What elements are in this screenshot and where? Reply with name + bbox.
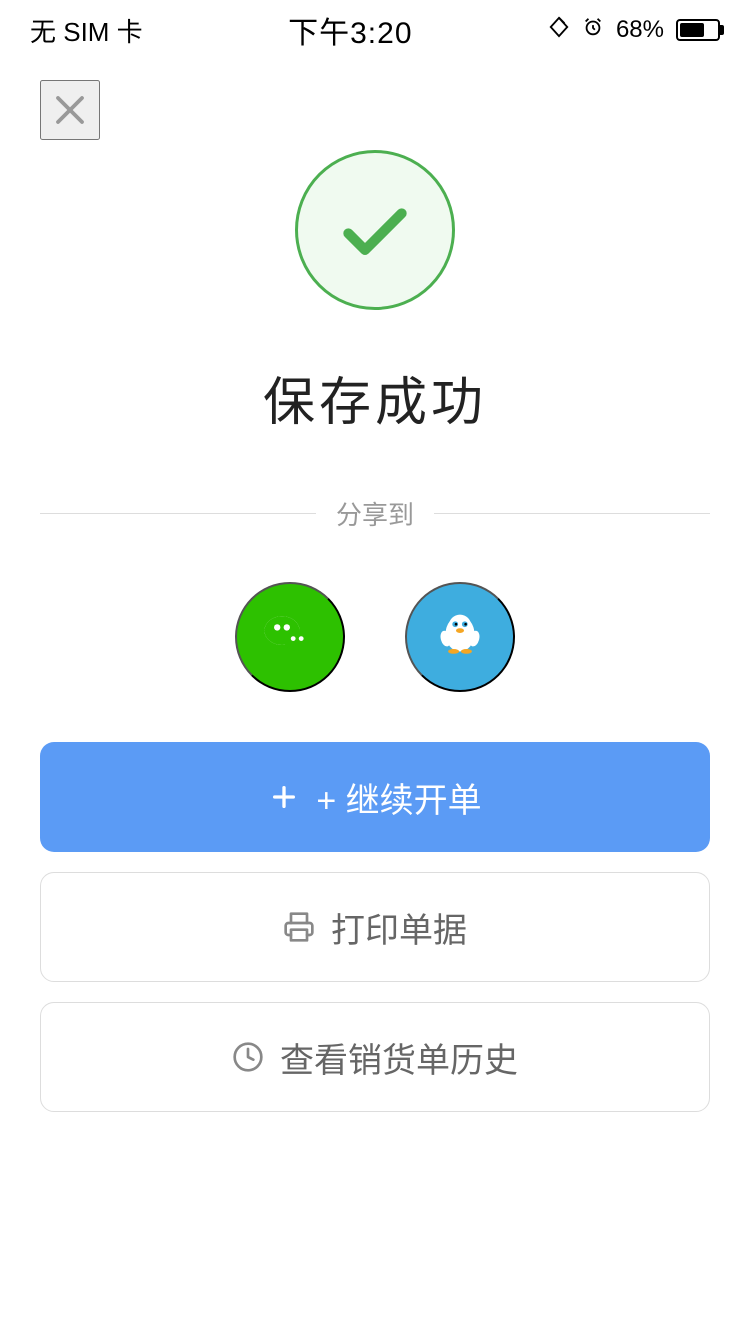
- print-button[interactable]: 打印单据: [40, 872, 710, 982]
- continue-button-label: + 继续开单: [316, 773, 481, 822]
- alarm-icon: [582, 16, 604, 45]
- qq-share-button[interactable]: [405, 582, 515, 692]
- status-bar: 无 SIM 卡 下午3:20: [0, 0, 750, 60]
- carrier-text: 无 SIM 卡: [30, 12, 143, 49]
- status-right: 68%: [548, 16, 720, 45]
- status-time: 下午3:20: [288, 8, 412, 52]
- wechat-share-button[interactable]: [235, 582, 345, 692]
- close-button[interactable]: [40, 80, 100, 140]
- success-icon-circle: [295, 150, 455, 310]
- share-label: 分享到: [336, 495, 414, 532]
- share-divider: 分享到: [40, 495, 710, 532]
- status-left: 无 SIM 卡: [30, 12, 153, 49]
- share-section: 分享到: [40, 495, 710, 692]
- print-button-label: 打印单据: [331, 903, 467, 952]
- success-title: 保存成功: [263, 360, 487, 435]
- location-icon: [548, 16, 570, 45]
- continue-button[interactable]: + 继续开单: [40, 742, 710, 852]
- history-button[interactable]: 查看销货单历史: [40, 1002, 710, 1112]
- battery-icon: [676, 19, 720, 41]
- main-content: 保存成功 分享到: [0, 60, 750, 1152]
- action-buttons: + 继续开单 打印单据 查看销货单历史: [40, 742, 710, 1112]
- history-button-label: 查看销货单历史: [280, 1033, 518, 1082]
- battery-text: 68%: [616, 16, 664, 44]
- share-icons: [40, 582, 710, 692]
